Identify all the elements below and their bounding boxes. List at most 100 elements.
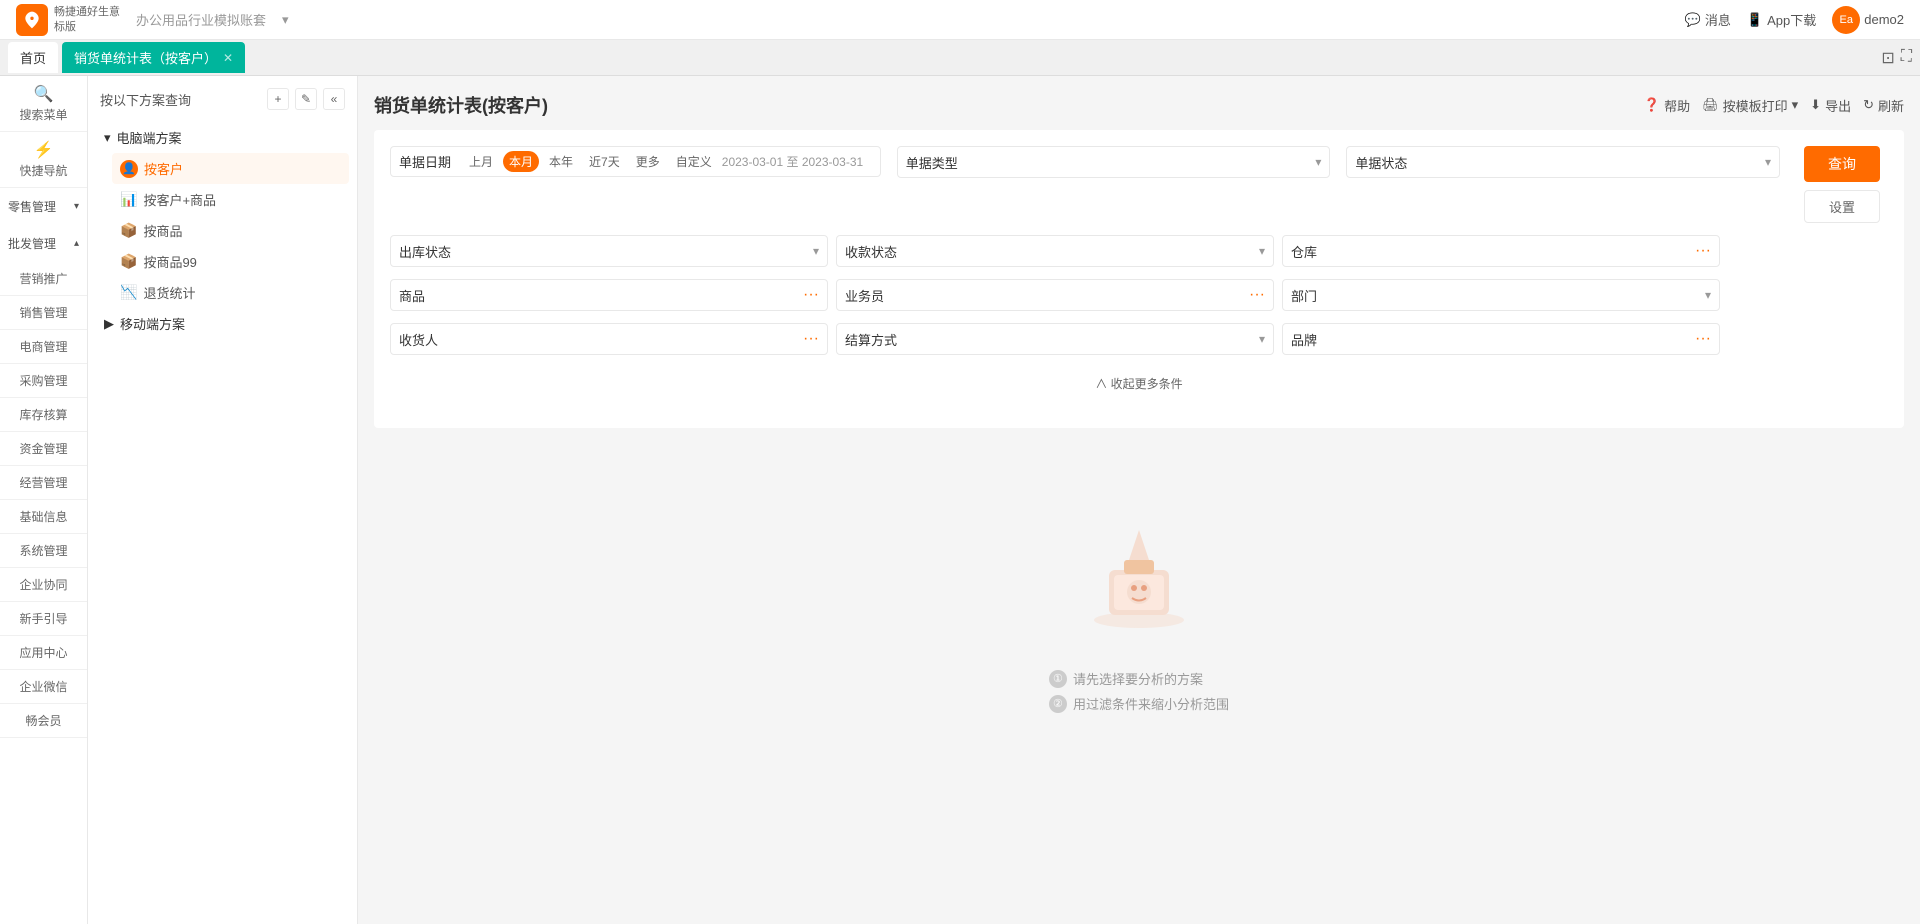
sidebar-item-appcenter[interactable]: 应用中心	[0, 636, 87, 670]
consignee-filter[interactable]: 收货人 ···	[390, 323, 828, 355]
export-icon: ⬇	[1810, 97, 1821, 113]
warehouse-filter[interactable]: 仓库 ···	[1282, 235, 1720, 267]
sidebar-item-purchase[interactable]: 采购管理	[0, 364, 87, 398]
sidebar-item-enterprise[interactable]: 企业协同	[0, 568, 87, 602]
setting-btn[interactable]: 设置	[1804, 190, 1880, 223]
customer-goods-label: 按客户+商品	[143, 190, 216, 209]
sidebar-item-sales[interactable]: 销售管理	[0, 296, 87, 330]
date-btn-this-month[interactable]: 本月	[503, 151, 539, 172]
tab-sales-stat[interactable]: 销货单统计表（按客户） ✕	[62, 42, 245, 73]
date-range-display: 2023-03-01 至 2023-03-31	[722, 153, 863, 170]
date-btn-custom[interactable]: 自定义	[670, 151, 718, 172]
consignee-dots[interactable]: ···	[803, 330, 819, 348]
return-stat-label: 退货统计	[143, 283, 195, 302]
warehouse-dots[interactable]: ···	[1695, 242, 1711, 260]
sidebar-item-inventory[interactable]: 库存核算	[0, 398, 87, 432]
print-btn[interactable]: 🖨 按模板打印 ▾	[1702, 96, 1798, 115]
salesperson-dots[interactable]: ···	[1249, 286, 1265, 304]
top-bar: 畅捷通好生意 标版 办公用品行业模拟账套 ▾ 💬 消息 📱 App下载 Ea d…	[0, 0, 1920, 40]
sales-stat-tab-label: 销货单统计表（按客户）	[74, 48, 217, 67]
basic-label: 基础信息	[19, 508, 67, 525]
date-btn-7days[interactable]: 近7天	[583, 151, 626, 172]
edit-scheme-btn[interactable]: ✎	[295, 88, 317, 110]
enterprise-label: 企业协同	[19, 576, 67, 593]
sidebar-item-wholesale[interactable]: 批发管理 ▴	[0, 225, 87, 262]
sidebar-item-retail[interactable]: 零售管理 ▾	[0, 188, 87, 225]
query-actions: 查询 设置	[1796, 146, 1888, 223]
order-status-filter[interactable]: 单据状态 ▾	[1346, 146, 1780, 178]
date-filter[interactable]: 单据日期 上月 本月 本年 近7天 更多 自定义 2023-03-01 至 20…	[390, 146, 881, 177]
edit-icon: ✎	[301, 92, 311, 106]
tab-home[interactable]: 首页	[8, 42, 58, 73]
sidebar-item-quicknav[interactable]: ⚡ 快捷导航	[0, 132, 87, 188]
tree-item-return-stat[interactable]: 📉 退货统计	[112, 277, 349, 308]
brand-filter[interactable]: 品牌 ···	[1282, 323, 1720, 355]
goods-dots[interactable]: ···	[803, 286, 819, 304]
left-panel-header: 按以下方案查询 + ✎ «	[96, 84, 349, 114]
tab-bar: 首页 销货单统计表（按客户） ✕ ⊡ ⛶	[0, 40, 1920, 76]
order-type-arrow-icon: ▾	[1315, 155, 1321, 169]
salesperson-filter[interactable]: 业务员 ···	[836, 279, 1274, 311]
industry-dropdown[interactable]: ▾	[282, 12, 289, 28]
return-stat-icon: 📉	[120, 284, 137, 301]
sidebar-item-finance[interactable]: 资金管理	[0, 432, 87, 466]
sidebar-item-ecom[interactable]: 电商管理	[0, 330, 87, 364]
minimize-icon[interactable]: ⊡	[1881, 48, 1894, 68]
out-status-filter[interactable]: 出库状态 ▾	[390, 235, 828, 267]
avatar: Ea	[1832, 6, 1860, 34]
tree-item-customer-goods[interactable]: 📊 按客户+商品	[112, 184, 349, 215]
query-btn[interactable]: 查询	[1804, 146, 1880, 182]
page-title: 销货单统计表(按客户)	[374, 92, 548, 118]
refresh-icon: ↻	[1863, 97, 1874, 113]
sidebar-item-system[interactable]: 系统管理	[0, 534, 87, 568]
expand-icon[interactable]: ⛶	[1901, 48, 1912, 68]
date-label: 单据日期	[399, 152, 459, 171]
order-type-filter[interactable]: 单据类型 ▾	[897, 146, 1331, 178]
goods-label: 商品	[399, 286, 459, 305]
message-btn[interactable]: 💬 消息	[1685, 10, 1731, 29]
add-scheme-btn[interactable]: +	[267, 88, 289, 110]
tip-num-1: ①	[1049, 670, 1067, 688]
goods-filter[interactable]: 商品 ···	[390, 279, 828, 311]
department-filter[interactable]: 部门 ▾	[1282, 279, 1720, 311]
enterprisewechat-label: 企业微信	[19, 678, 67, 695]
refresh-btn[interactable]: ↻ 刷新	[1863, 96, 1904, 115]
receipt-status-label: 收款状态	[845, 242, 905, 261]
sidebar-item-search[interactable]: 🔍 搜索菜单	[0, 76, 87, 132]
mobile-group-label: 移动端方案	[120, 314, 185, 333]
collapse-more-btn[interactable]: ∧ 收起更多条件	[390, 367, 1888, 400]
user-area[interactable]: Ea demo2	[1832, 6, 1904, 34]
order-status-arrow-icon: ▾	[1765, 155, 1771, 169]
sidebar-item-marketing[interactable]: 营销推广	[0, 262, 87, 296]
mobile-group[interactable]: ▶ 移动端方案	[96, 308, 349, 339]
out-status-label: 出库状态	[399, 242, 459, 261]
brand-dots[interactable]: ···	[1695, 330, 1711, 348]
app-download-btn[interactable]: 📱 App下载	[1747, 10, 1816, 29]
sidebar-item-operations[interactable]: 经营管理	[0, 466, 87, 500]
date-btn-last-month[interactable]: 上月	[463, 151, 499, 172]
scheme-query-title: 按以下方案查询	[100, 90, 191, 109]
receipt-status-filter[interactable]: 收款状态 ▾	[836, 235, 1274, 267]
settlement-filter[interactable]: 结算方式 ▾	[836, 323, 1274, 355]
help-btn[interactable]: ❓ 帮助	[1644, 96, 1690, 115]
desktop-arrow-icon: ▾	[104, 130, 111, 146]
by-goods-icon: 📦	[120, 222, 137, 239]
tab-close-icon[interactable]: ✕	[223, 51, 233, 65]
tree-item-by-goods[interactable]: 📦 按商品	[112, 215, 349, 246]
sidebar-item-basic[interactable]: 基础信息	[0, 500, 87, 534]
tree-item-by-goods99[interactable]: 📦 按商品99	[112, 246, 349, 277]
export-btn[interactable]: ⬇ 导出	[1810, 96, 1851, 115]
date-btn-more[interactable]: 更多	[630, 151, 666, 172]
message-icon: 💬	[1685, 12, 1701, 28]
collapse-panel-btn[interactable]: «	[323, 88, 345, 110]
purchase-label: 采购管理	[19, 372, 67, 389]
tree-desktop-items: 👤 按客户 📊 按客户+商品 📦 按商品 📦 按商品99	[96, 153, 349, 308]
sidebar-item-newbie[interactable]: 新手引导	[0, 602, 87, 636]
empty-tip-2: ② 用过滤条件来缩小分析范围	[1049, 694, 1229, 713]
date-btn-this-year[interactable]: 本年	[543, 151, 579, 172]
sidebar-item-enterprisewechat[interactable]: 企业微信	[0, 670, 87, 704]
industry-label: 办公用品行业模拟账套	[128, 10, 274, 29]
tree-item-by-customer[interactable]: 👤 按客户	[112, 153, 349, 184]
desktop-group[interactable]: ▾ 电脑端方案	[96, 122, 349, 153]
sidebar-item-member[interactable]: 畅会员	[0, 704, 87, 738]
